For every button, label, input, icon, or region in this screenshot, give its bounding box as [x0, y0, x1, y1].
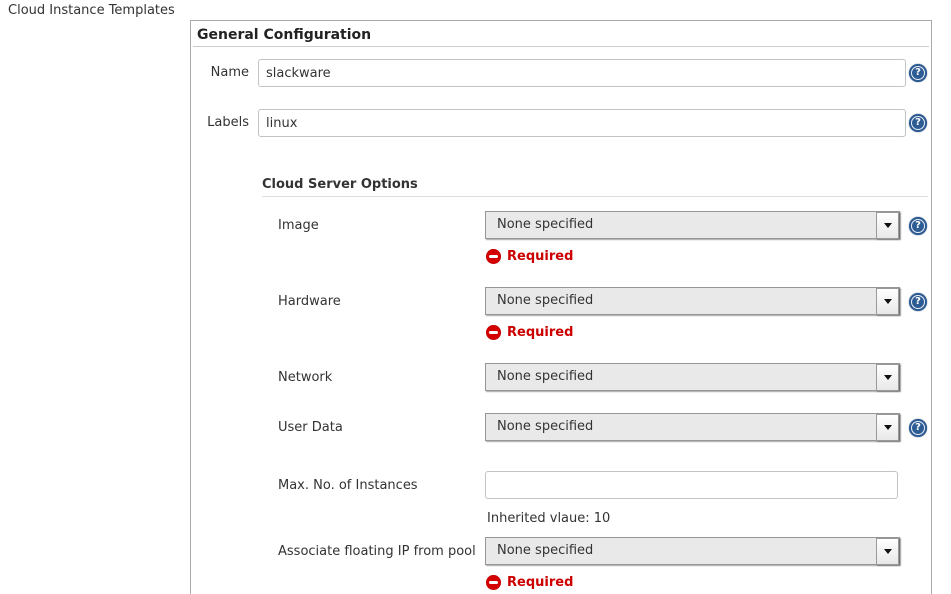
user-data-select-value: None specified — [497, 414, 873, 440]
required-text: Required — [507, 325, 573, 340]
user-data-help-icon[interactable]: ? — [909, 419, 927, 437]
name-help-icon[interactable]: ? — [909, 64, 927, 82]
network-select-value: None specified — [497, 364, 873, 390]
down-triangle-icon — [884, 223, 892, 228]
hardware-help-icon[interactable]: ? — [909, 293, 927, 311]
network-select[interactable]: None specified — [485, 363, 900, 391]
dropdown-arrow-icon[interactable] — [876, 364, 899, 391]
question-mark-icon: ? — [911, 295, 925, 309]
hardware-required-error: Required — [486, 325, 573, 340]
dropdown-arrow-icon[interactable] — [876, 288, 899, 315]
labels-input[interactable] — [258, 109, 906, 137]
name-input[interactable] — [258, 59, 906, 87]
question-mark-icon: ? — [911, 116, 925, 130]
page-title: Cloud Instance Templates — [8, 3, 175, 18]
image-required-error: Required — [486, 249, 573, 264]
image-label: Image — [278, 218, 319, 233]
max-instances-input[interactable] — [485, 471, 898, 499]
labels-help-icon[interactable]: ? — [909, 114, 927, 132]
required-icon — [486, 249, 501, 264]
required-text: Required — [507, 249, 573, 264]
image-select[interactable]: None specified — [485, 211, 900, 239]
hardware-select[interactable]: None specified — [485, 287, 900, 315]
down-triangle-icon — [884, 375, 892, 380]
name-label: Name — [191, 65, 249, 80]
dropdown-arrow-icon[interactable] — [876, 414, 899, 441]
floating-ip-select[interactable]: None specified — [485, 537, 900, 565]
required-icon — [486, 325, 501, 340]
dropdown-arrow-icon[interactable] — [876, 212, 899, 239]
hardware-label: Hardware — [278, 294, 341, 309]
inherited-value-hint: Inherited vlaue: 10 — [487, 511, 610, 526]
hardware-select-value: None specified — [497, 288, 873, 314]
user-data-select[interactable]: None specified — [485, 413, 900, 441]
dropdown-arrow-icon[interactable] — [876, 538, 899, 565]
section-title-divider — [262, 196, 928, 197]
question-mark-icon: ? — [911, 66, 925, 80]
user-data-label: User Data — [278, 420, 343, 435]
question-mark-icon: ? — [911, 219, 925, 233]
panel-title: General Configuration — [197, 27, 371, 43]
general-configuration-panel: General Configuration Name ? Labels ? Cl… — [190, 20, 932, 594]
down-triangle-icon — [884, 299, 892, 304]
floating-ip-select-value: None specified — [497, 538, 873, 564]
image-help-icon[interactable]: ? — [909, 217, 927, 235]
section-title: Cloud Server Options — [262, 177, 418, 192]
labels-label: Labels — [191, 115, 249, 130]
required-text: Required — [507, 575, 573, 590]
question-mark-icon: ? — [911, 421, 925, 435]
down-triangle-icon — [884, 549, 892, 554]
floating-ip-required-error: Required — [486, 575, 573, 590]
panel-title-divider — [193, 46, 929, 47]
network-label: Network — [278, 370, 332, 385]
max-instances-label: Max. No. of Instances — [278, 478, 418, 493]
floating-ip-label: Associate floating IP from pool — [278, 544, 476, 559]
required-icon — [486, 575, 501, 590]
image-select-value: None specified — [497, 212, 873, 238]
down-triangle-icon — [884, 425, 892, 430]
